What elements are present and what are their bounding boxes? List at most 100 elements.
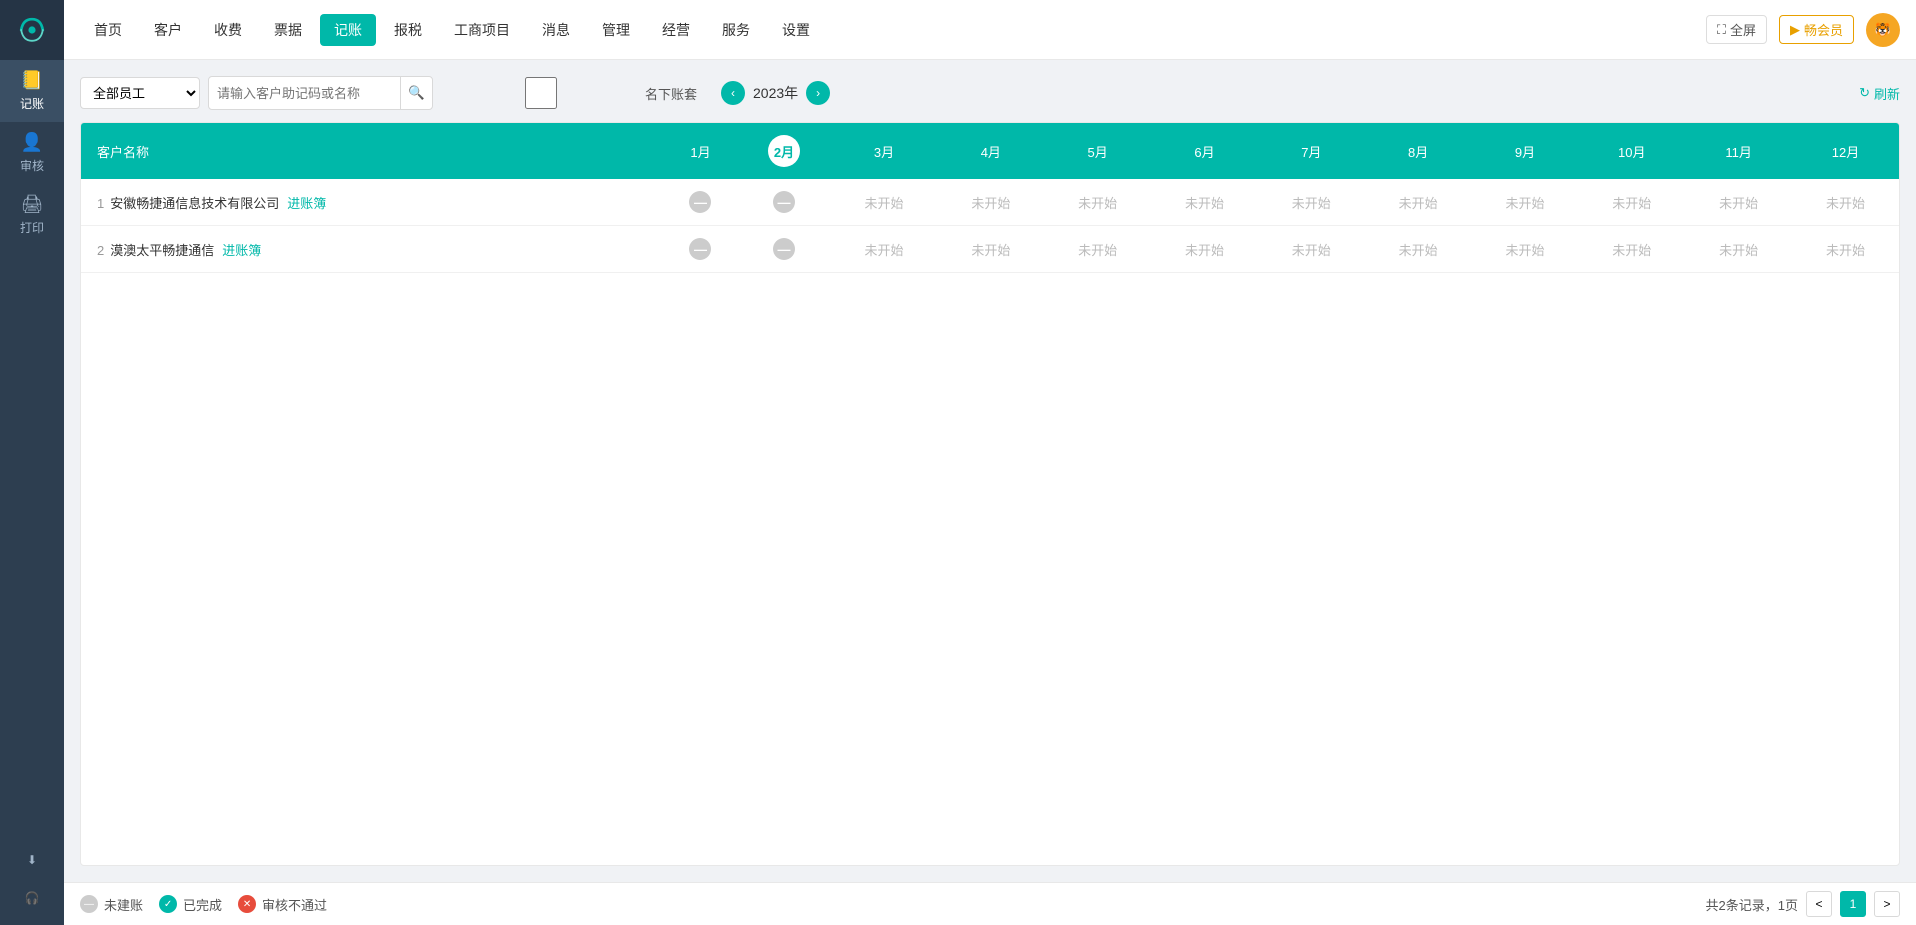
user-avatar[interactable]: 🐯: [1866, 13, 1900, 47]
sidebar-item-download[interactable]: ⬇: [0, 843, 64, 877]
nav-xiaoxi[interactable]: 消息: [528, 14, 584, 46]
nav-piaoju[interactable]: 票据: [260, 14, 316, 46]
nav-jizhang[interactable]: 记账: [320, 14, 376, 46]
nav-fuwu[interactable]: 服务: [708, 14, 764, 46]
legend-gray-icon: [80, 895, 98, 913]
mingxia-checkbox[interactable]: [441, 77, 641, 109]
employee-select[interactable]: 全部员工: [80, 77, 200, 109]
next-page-button[interactable]: >: [1874, 891, 1900, 917]
status-not-started: 未开始: [1826, 196, 1865, 211]
vip-button[interactable]: ▶ 畅会员: [1779, 15, 1854, 44]
nav-baoshui[interactable]: 报税: [380, 14, 436, 46]
status-not-built-icon: —: [689, 238, 711, 260]
month-cell: 未开始: [1792, 226, 1899, 273]
month-cell: 未开始: [1792, 179, 1899, 226]
month-cell: 未开始: [1151, 226, 1258, 273]
th-oct: 10月: [1578, 123, 1685, 179]
sidebar-item-shenhe-label: 审核: [20, 157, 44, 174]
total-records: 共2条记录，1页: [1706, 895, 1798, 914]
nav-shoufei[interactable]: 收费: [200, 14, 256, 46]
topnav-right: ⛶ 全屏 ▶ 畅会员 🐯: [1706, 13, 1900, 47]
table-row: 1安徽畅捷通信息技术有限公司进账簿——未开始未开始未开始未开始未开始未开始未开始…: [81, 179, 1899, 226]
month-cell: 未开始: [1044, 179, 1151, 226]
search-input[interactable]: [209, 77, 409, 109]
status-not-started: 未开始: [1078, 243, 1117, 258]
status-not-started: 未开始: [1292, 196, 1331, 211]
nav-home[interactable]: 首页: [80, 14, 136, 46]
prev-page-button[interactable]: <: [1806, 891, 1832, 917]
month-cell: 未开始: [1685, 226, 1792, 273]
current-page-button[interactable]: 1: [1840, 891, 1866, 917]
avatar-image: 🐯: [1875, 22, 1891, 38]
status-not-built-icon: —: [689, 191, 711, 213]
th-sep: 9月: [1472, 123, 1579, 179]
search-button[interactable]: 🔍: [400, 77, 432, 109]
row-number: 2: [97, 243, 104, 258]
month-cell: —: [664, 179, 738, 226]
prev-year-button[interactable]: ‹: [721, 81, 745, 105]
month-cell: 未开始: [831, 226, 938, 273]
sidebar-item-service[interactable]: 🎧: [0, 881, 64, 915]
th-jun: 6月: [1151, 123, 1258, 179]
status-not-started: 未开始: [971, 243, 1010, 258]
th-aug: 8月: [1365, 123, 1472, 179]
month-cell: 未开始: [1258, 179, 1365, 226]
data-table-wrap: 客户名称 1月 2月 3月 4月 5月 6月 7月 8月 9月: [80, 122, 1900, 866]
dayin-icon: 🖨: [21, 194, 44, 215]
table-row: 2漠澳太平畅捷通信进账簿——未开始未开始未开始未开始未开始未开始未开始未开始未开…: [81, 226, 1899, 273]
data-table: 客户名称 1月 2月 3月 4月 5月 6月 7月 8月 9月: [81, 123, 1899, 273]
pagination: 共2条记录，1页 < 1 >: [1706, 891, 1900, 917]
refresh-button[interactable]: ↻ 刷新: [1859, 84, 1900, 103]
th-dec: 12月: [1792, 123, 1899, 179]
status-not-started: 未开始: [1719, 196, 1758, 211]
checkbox-mingxia[interactable]: 名下账套: [441, 77, 697, 109]
jinzhang-link[interactable]: 进账簿: [287, 196, 326, 211]
main-area: 首页 客户 收费 票据 记账 报税 工商项目 消息 管理 经营 服务 设置 ⛶ …: [64, 0, 1916, 925]
client-name: 安徽畅捷通信息技术有限公司: [110, 196, 279, 211]
current-month-badge: 2月: [768, 135, 800, 167]
sidebar-bottom: ⬇ 🎧: [0, 843, 64, 915]
month-cell: 未开始: [937, 179, 1044, 226]
next-year-button[interactable]: ›: [806, 81, 830, 105]
legend-green-icon: [159, 895, 177, 913]
toolbar: 全部员工 🔍 名下账套 ‹ 2023年 › ↻ 刷新: [80, 76, 1900, 110]
status-not-started: 未开始: [1399, 196, 1438, 211]
nav-jingying[interactable]: 经营: [648, 14, 704, 46]
fullscreen-button[interactable]: ⛶ 全屏: [1706, 15, 1767, 44]
status-not-started: 未开始: [1399, 243, 1438, 258]
legend-not-built: 未建账: [80, 895, 143, 914]
month-cell: 未开始: [831, 179, 938, 226]
nav-shezhi[interactable]: 设置: [768, 14, 824, 46]
th-apr: 4月: [937, 123, 1044, 179]
status-not-started: 未开始: [1292, 243, 1331, 258]
month-cell: —: [737, 179, 830, 226]
month-cell: 未开始: [1578, 226, 1685, 273]
month-cell: —: [737, 226, 830, 273]
sidebar-item-jizhang[interactable]: 📒 记账: [0, 60, 64, 122]
topnav: 首页 客户 收费 票据 记账 报税 工商项目 消息 管理 经营 服务 设置 ⛶ …: [64, 0, 1916, 60]
sidebar-item-dayin[interactable]: 🖨 打印: [0, 184, 64, 246]
status-not-started: 未开始: [1505, 243, 1544, 258]
status-not-started: 未开始: [864, 243, 903, 258]
sidebar-item-jizhang-label: 记账: [20, 95, 44, 112]
vip-icon: ▶: [1790, 22, 1800, 38]
th-jan: 1月: [664, 123, 738, 179]
status-not-started: 未开始: [1719, 243, 1758, 258]
nav-customer[interactable]: 客户: [140, 14, 196, 46]
download-icon: ⬇: [27, 853, 37, 867]
th-nov: 11月: [1685, 123, 1792, 179]
nav-gongshang[interactable]: 工商项目: [440, 14, 524, 46]
year-navigation: ‹ 2023年 ›: [721, 81, 830, 105]
month-cell: 未开始: [1472, 226, 1579, 273]
service-icon: 🎧: [25, 891, 40, 905]
month-cell: 未开始: [937, 226, 1044, 273]
nav-guanli[interactable]: 管理: [588, 14, 644, 46]
sidebar-item-shenhe[interactable]: 👤 审核: [0, 122, 64, 184]
status-not-started: 未开始: [1612, 196, 1651, 211]
shenhe-icon: 👤: [21, 132, 43, 153]
status-not-started: 未开始: [1185, 196, 1224, 211]
month-cell: 未开始: [1685, 179, 1792, 226]
content-area: 全部员工 🔍 名下账套 ‹ 2023年 › ↻ 刷新: [64, 60, 1916, 882]
jinzhang-link[interactable]: 进账簿: [222, 243, 261, 258]
month-cell: 未开始: [1578, 179, 1685, 226]
